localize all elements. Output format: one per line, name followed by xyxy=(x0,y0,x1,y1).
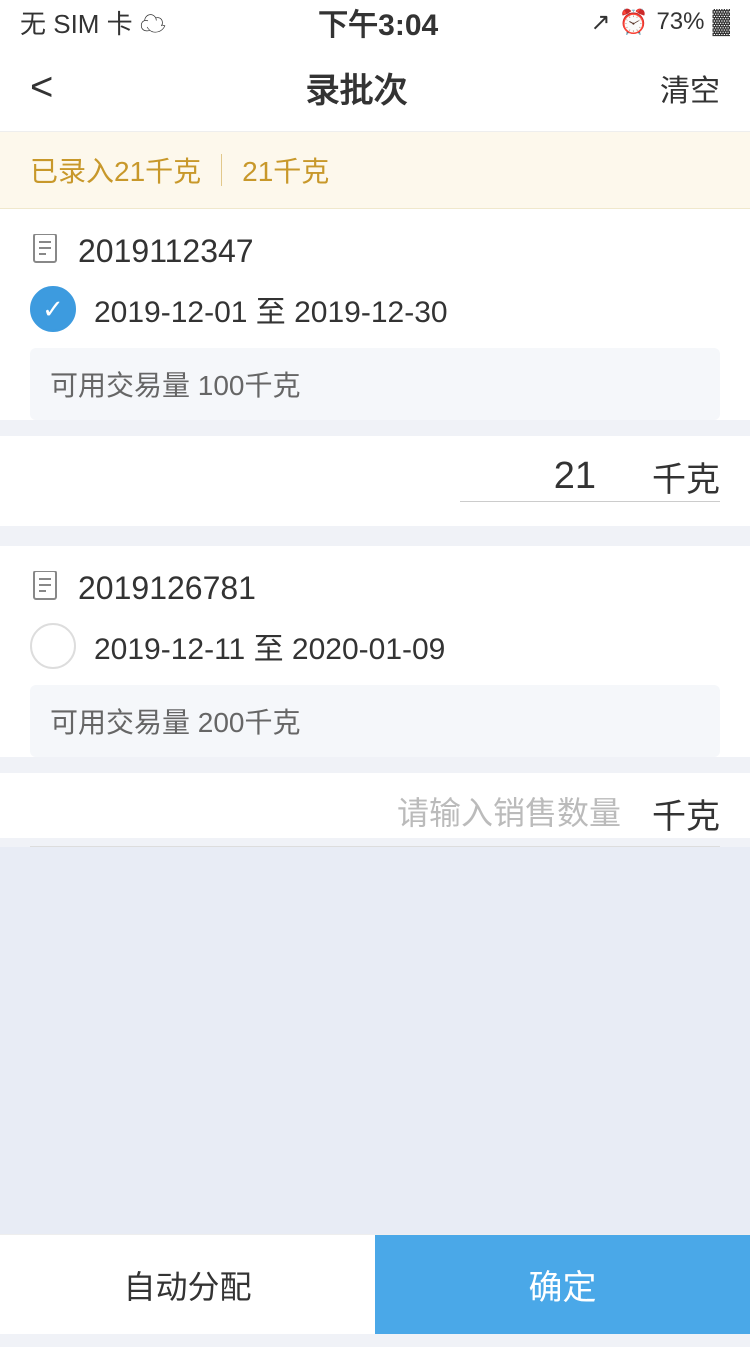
info-banner: 已录入21千克 21千克 xyxy=(0,132,750,209)
clear-button[interactable]: 清空 xyxy=(660,66,720,110)
batch-2-available: 可用交易量 200千克 xyxy=(30,685,720,757)
location-icon: ↗ xyxy=(590,8,610,37)
batch-1-header: 2019112347 xyxy=(30,233,720,270)
banner-divider xyxy=(221,154,222,186)
sim-label: 无 SIM 卡 ☁ xyxy=(20,4,166,41)
back-button[interactable]: < xyxy=(30,65,53,110)
total-quantity-label: 21千克 xyxy=(242,150,329,190)
batch-1-id: 2019112347 xyxy=(78,233,254,270)
batch-1-date-row[interactable]: 2019-12-01 至 2019-12-30 xyxy=(30,286,720,332)
batch-1-icon xyxy=(30,234,66,270)
section-gap-1 xyxy=(0,526,750,546)
batch-2-date-row[interactable]: 2019-12-11 至 2020-01-09 xyxy=(30,623,720,669)
status-bar: 无 SIM 卡 ☁ 下午3:04 ↗ ⏰ 73% ▓ xyxy=(0,0,750,44)
batch-1-radio[interactable] xyxy=(30,286,76,332)
batch-item-1: 2019112347 2019-12-01 至 2019-12-30 可用交易量… xyxy=(0,209,750,420)
batch-2-quantity-input[interactable] xyxy=(30,795,636,832)
status-time: 下午3:04 xyxy=(318,0,438,44)
batch-2-date: 2019-12-11 至 2020-01-09 xyxy=(94,624,445,668)
batch-2-header: 2019126781 xyxy=(30,570,720,607)
batch-1-quantity-row: 21 千克 xyxy=(0,436,750,501)
battery-icon: ▓ xyxy=(713,8,731,36)
confirm-button[interactable]: 确定 xyxy=(375,1235,750,1334)
alarm-icon: ⏰ xyxy=(619,8,649,37)
page-title: 录批次 xyxy=(306,63,408,112)
batch-1-quantity-value: 21 xyxy=(554,455,596,498)
batch-2-icon xyxy=(30,571,66,607)
auto-distribute-button[interactable]: 自动分配 xyxy=(0,1235,375,1334)
bottom-bar: 自动分配 确定 xyxy=(0,1234,750,1334)
batch-1-date: 2019-12-01 至 2019-12-30 xyxy=(94,287,448,331)
battery-label: 73% xyxy=(656,8,704,36)
batch-2-id: 2019126781 xyxy=(78,570,256,607)
batch-2-input-row[interactable]: 千克 xyxy=(0,773,750,838)
empty-area xyxy=(0,847,750,1247)
batch-2-unit: 千克 xyxy=(652,789,720,838)
batch-item-2: 2019126781 2019-12-11 至 2020-01-09 可用交易量… xyxy=(0,546,750,757)
batch-1-available: 可用交易量 100千克 xyxy=(30,348,720,420)
status-right: ↗ ⏰ 73% ▓ xyxy=(590,8,730,37)
nav-bar: < 录批次 清空 xyxy=(0,44,750,132)
batch-2-radio[interactable] xyxy=(30,623,76,669)
status-left: 无 SIM 卡 ☁ xyxy=(20,4,166,41)
batch-1-quantity-unit: 千克 xyxy=(652,452,720,501)
recorded-label: 已录入21千克 xyxy=(30,150,201,190)
